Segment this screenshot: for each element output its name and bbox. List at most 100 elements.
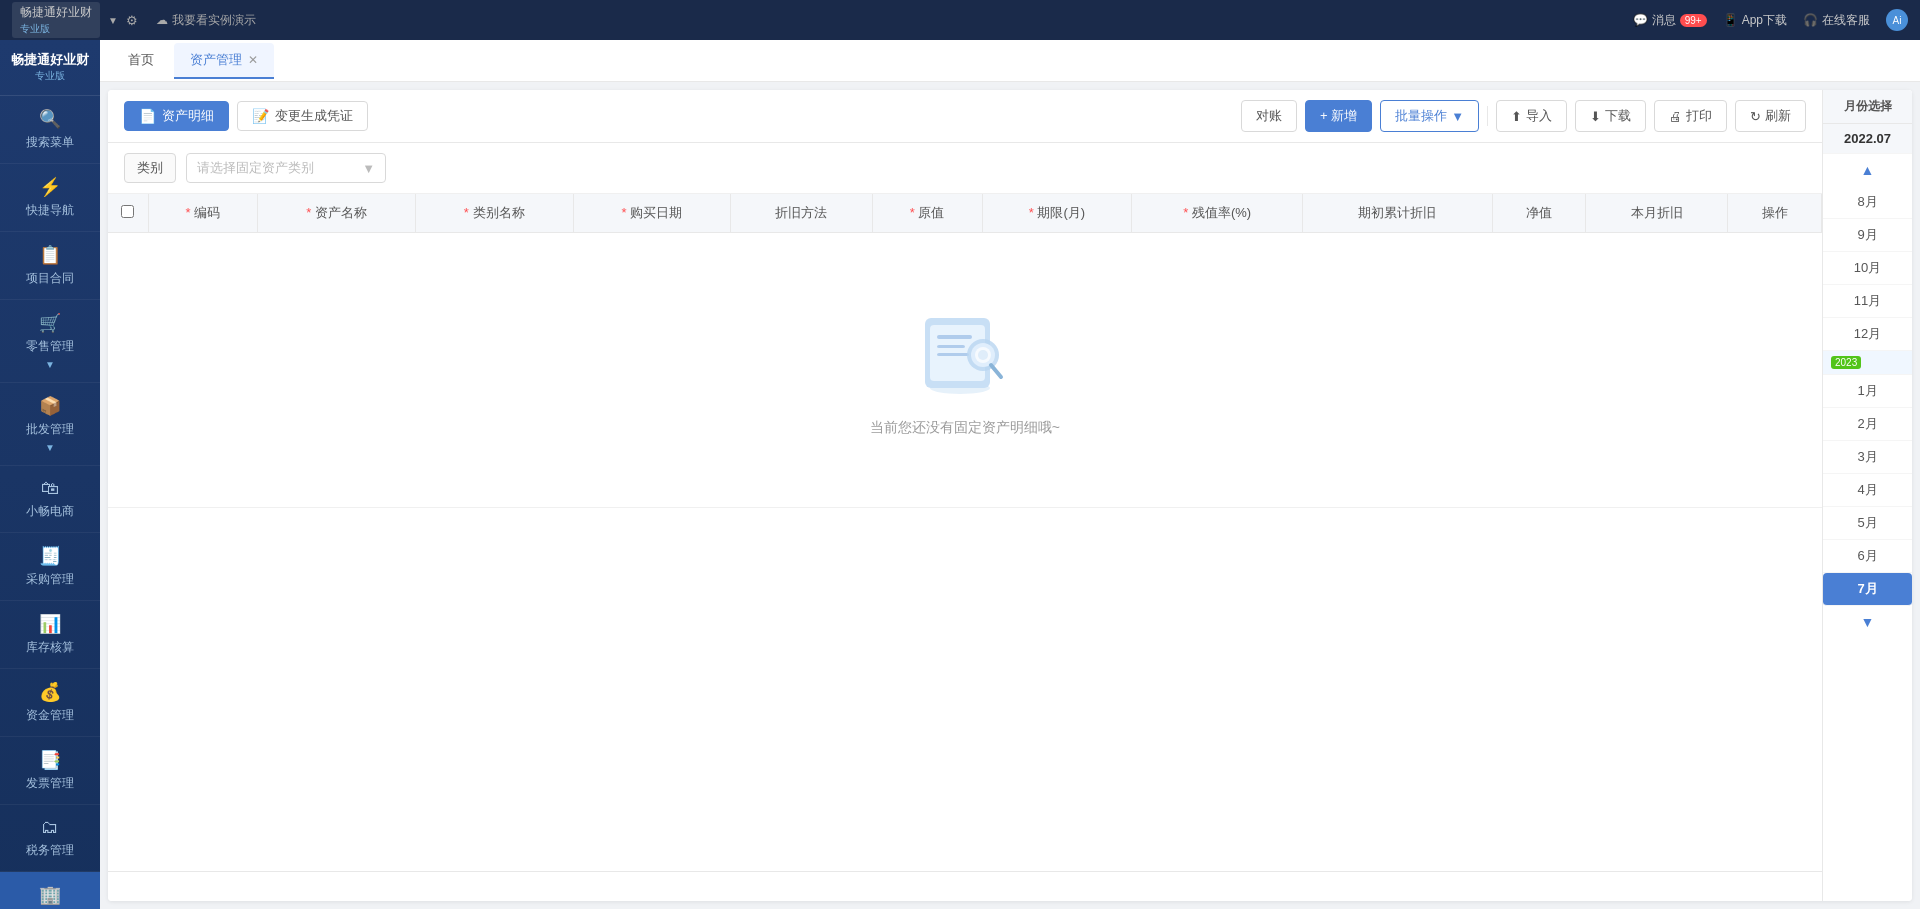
print-button[interactable]: 🖨 打印 <box>1654 100 1727 132</box>
sidebar-item-ecommerce[interactable]: 🛍 小畅电商 <box>0 466 100 533</box>
phone-icon: 📱 <box>1723 13 1738 27</box>
settings-icon[interactable]: ⚙ <box>126 13 138 28</box>
demo-link-text: 我要看实例演示 <box>172 12 256 29</box>
sub-tab-detail[interactable]: 📄 资产明细 <box>124 101 229 131</box>
month-picker-nav-up: ▲ <box>1823 154 1912 186</box>
sidebar-item-label-inventory: 库存核算 <box>26 639 74 656</box>
sidebar-item-quicknav[interactable]: ⚡ 快捷导航 <box>0 164 100 232</box>
tab-asset[interactable]: 资产管理 ✕ <box>174 43 274 79</box>
sub-tab-voucher-label: 变更生成凭证 <box>275 107 353 125</box>
month-2023-7-label: 7月 <box>1857 580 1877 598</box>
tab-home-label: 首页 <box>128 51 154 69</box>
online-service-label: 在线客服 <box>1822 12 1870 29</box>
reconcile-button[interactable]: 对账 <box>1241 100 1297 132</box>
app-download-btn[interactable]: 📱 App下载 <box>1723 12 1787 29</box>
dropdown-arrow-icon[interactable]: ▼ <box>108 15 118 26</box>
col-header-code: 编码 <box>148 194 258 233</box>
tab-close-icon[interactable]: ✕ <box>248 53 258 67</box>
sidebar-item-finance[interactable]: 💰 资金管理 <box>0 669 100 737</box>
month-item-9[interactable]: 9月 <box>1823 219 1912 252</box>
month-picker-header: 月份选择 <box>1823 90 1912 124</box>
month-item-8[interactable]: 8月 <box>1823 186 1912 219</box>
sidebar: 畅捷通好业财 专业版 🔍 搜索菜单 ⚡ 快捷导航 📋 项目合同 🛒 零售管理 ▼… <box>0 40 100 909</box>
month-11-label: 11月 <box>1854 292 1881 310</box>
month-next-btn[interactable]: ▼ <box>1856 610 1880 634</box>
month-item-2023-4[interactable]: 4月 <box>1823 474 1912 507</box>
online-service-btn[interactable]: 🎧 在线客服 <box>1803 12 1870 29</box>
month-prev-btn[interactable]: ▲ <box>1856 158 1880 182</box>
col-header-action: 操作 <box>1728 194 1822 233</box>
add-button[interactable]: + 新增 <box>1305 100 1372 132</box>
import-button[interactable]: ⬆ 导入 <box>1496 100 1567 132</box>
message-btn[interactable]: 💬 消息 99+ <box>1633 12 1707 29</box>
current-year-label: 2022.07 <box>1844 131 1891 146</box>
year-2023-badge: 2023 <box>1831 356 1861 369</box>
category-label: 类别 <box>124 153 176 183</box>
sub-tab-voucher[interactable]: 📝 变更生成凭证 <box>237 101 368 131</box>
sidebar-item-search[interactable]: 🔍 搜索菜单 <box>0 96 100 164</box>
batch-label: 批量操作 <box>1395 107 1447 125</box>
sidebar-item-label-invoice: 发票管理 <box>26 775 74 792</box>
app-download-label: App下载 <box>1742 12 1787 29</box>
tab-asset-label: 资产管理 <box>190 51 242 69</box>
sidebar-item-inventory[interactable]: 📊 库存核算 <box>0 601 100 669</box>
month-item-11[interactable]: 11月 <box>1823 285 1912 318</box>
ecommerce-icon: 🛍 <box>41 478 59 499</box>
select-all-checkbox[interactable] <box>121 205 134 218</box>
month-item-2023-6[interactable]: 6月 <box>1823 540 1912 573</box>
sidebar-item-label-finance: 资金管理 <box>26 707 74 724</box>
month-item-2023-3[interactable]: 3月 <box>1823 441 1912 474</box>
sidebar-item-purchase[interactable]: 🧾 采购管理 <box>0 533 100 601</box>
sidebar-item-tax[interactable]: 🗂 税务管理 <box>0 805 100 872</box>
message-label: 消息 <box>1652 12 1676 29</box>
month-item-2023-1[interactable]: 1月 <box>1823 375 1912 408</box>
sidebar-item-label-retail: 零售管理 <box>26 338 74 355</box>
tab-home[interactable]: 首页 <box>112 43 170 79</box>
sidebar-logo: 畅捷通好业财 专业版 <box>0 40 100 96</box>
bottom-bar <box>108 871 1822 901</box>
download-button[interactable]: ⬇ 下载 <box>1575 100 1646 132</box>
sidebar-item-label-tax: 税务管理 <box>26 842 74 859</box>
empty-icon <box>905 303 1025 403</box>
empty-state: 当前您还没有固定资产明细哦~ <box>120 243 1810 497</box>
batch-button[interactable]: 批量操作 ▼ <box>1380 100 1479 132</box>
sidebar-item-invoice[interactable]: 📑 发票管理 <box>0 737 100 805</box>
avatar-text: Ai <box>1893 15 1902 26</box>
demo-link[interactable]: ☁ 我要看实例演示 <box>156 12 256 29</box>
avatar[interactable]: Ai <box>1886 9 1908 31</box>
month-item-12[interactable]: 12月 <box>1823 318 1912 351</box>
sidebar-item-wholesale[interactable]: 📦 批发管理 ▼ <box>0 383 100 466</box>
sidebar-item-label-quicknav: 快捷导航 <box>26 202 74 219</box>
sidebar-logo-sub: 专业版 <box>8 69 92 83</box>
toolbar-divider-1 <box>1487 106 1488 126</box>
main-panel: 📄 资产明细 📝 变更生成凭证 对账 + 新增 批量操作 ▼ <box>108 90 1822 901</box>
sidebar-item-fixedasset[interactable]: 🏢 固定资产 <box>0 872 100 909</box>
col-header-category: 类别名称 <box>415 194 573 233</box>
svg-line-9 <box>991 365 1001 377</box>
month-item-2023-5[interactable]: 5月 <box>1823 507 1912 540</box>
sub-tab-detail-label: 资产明细 <box>162 107 214 125</box>
category-placeholder: 请选择固定资产类别 <box>197 159 314 177</box>
sidebar-item-project[interactable]: 📋 项目合同 <box>0 232 100 300</box>
sidebar-item-retail[interactable]: 🛒 零售管理 ▼ <box>0 300 100 383</box>
col-header-month-dep: 本月折旧 <box>1586 194 1728 233</box>
col-header-original-value: 原值 <box>872 194 982 233</box>
search-icon: 🔍 <box>39 108 61 130</box>
download-label: 下载 <box>1605 107 1631 125</box>
sub-tabs: 📄 资产明细 📝 变更生成凭证 对账 + 新增 批量操作 ▼ <box>108 90 1822 143</box>
category-bar: 类别 请选择固定资产类别 ▼ <box>108 143 1822 194</box>
col-header-period: 期限(月) <box>982 194 1132 233</box>
invoice-icon: 📑 <box>39 749 61 771</box>
top-bar-right: 💬 消息 99+ 📱 App下载 🎧 在线客服 Ai <box>1633 9 1908 31</box>
month-2023-2-label: 2月 <box>1857 415 1877 433</box>
refresh-button[interactable]: ↻ 刷新 <box>1735 100 1806 132</box>
top-bar: 畅捷通好业财 专业版 ▼ ⚙ ☁ 我要看实例演示 💬 消息 99+ 📱 App下… <box>0 0 1920 40</box>
month-2023-3-label: 3月 <box>1857 448 1877 466</box>
category-select[interactable]: 请选择固定资产类别 ▼ <box>186 153 386 183</box>
month-item-2023-2[interactable]: 2月 <box>1823 408 1912 441</box>
import-icon: ⬆ <box>1511 109 1522 124</box>
month-item-2023-7[interactable]: 7月 <box>1823 573 1912 606</box>
wholesale-icon: 📦 <box>39 395 61 417</box>
month-item-10[interactable]: 10月 <box>1823 252 1912 285</box>
empty-state-text: 当前您还没有固定资产明细哦~ <box>870 419 1060 437</box>
